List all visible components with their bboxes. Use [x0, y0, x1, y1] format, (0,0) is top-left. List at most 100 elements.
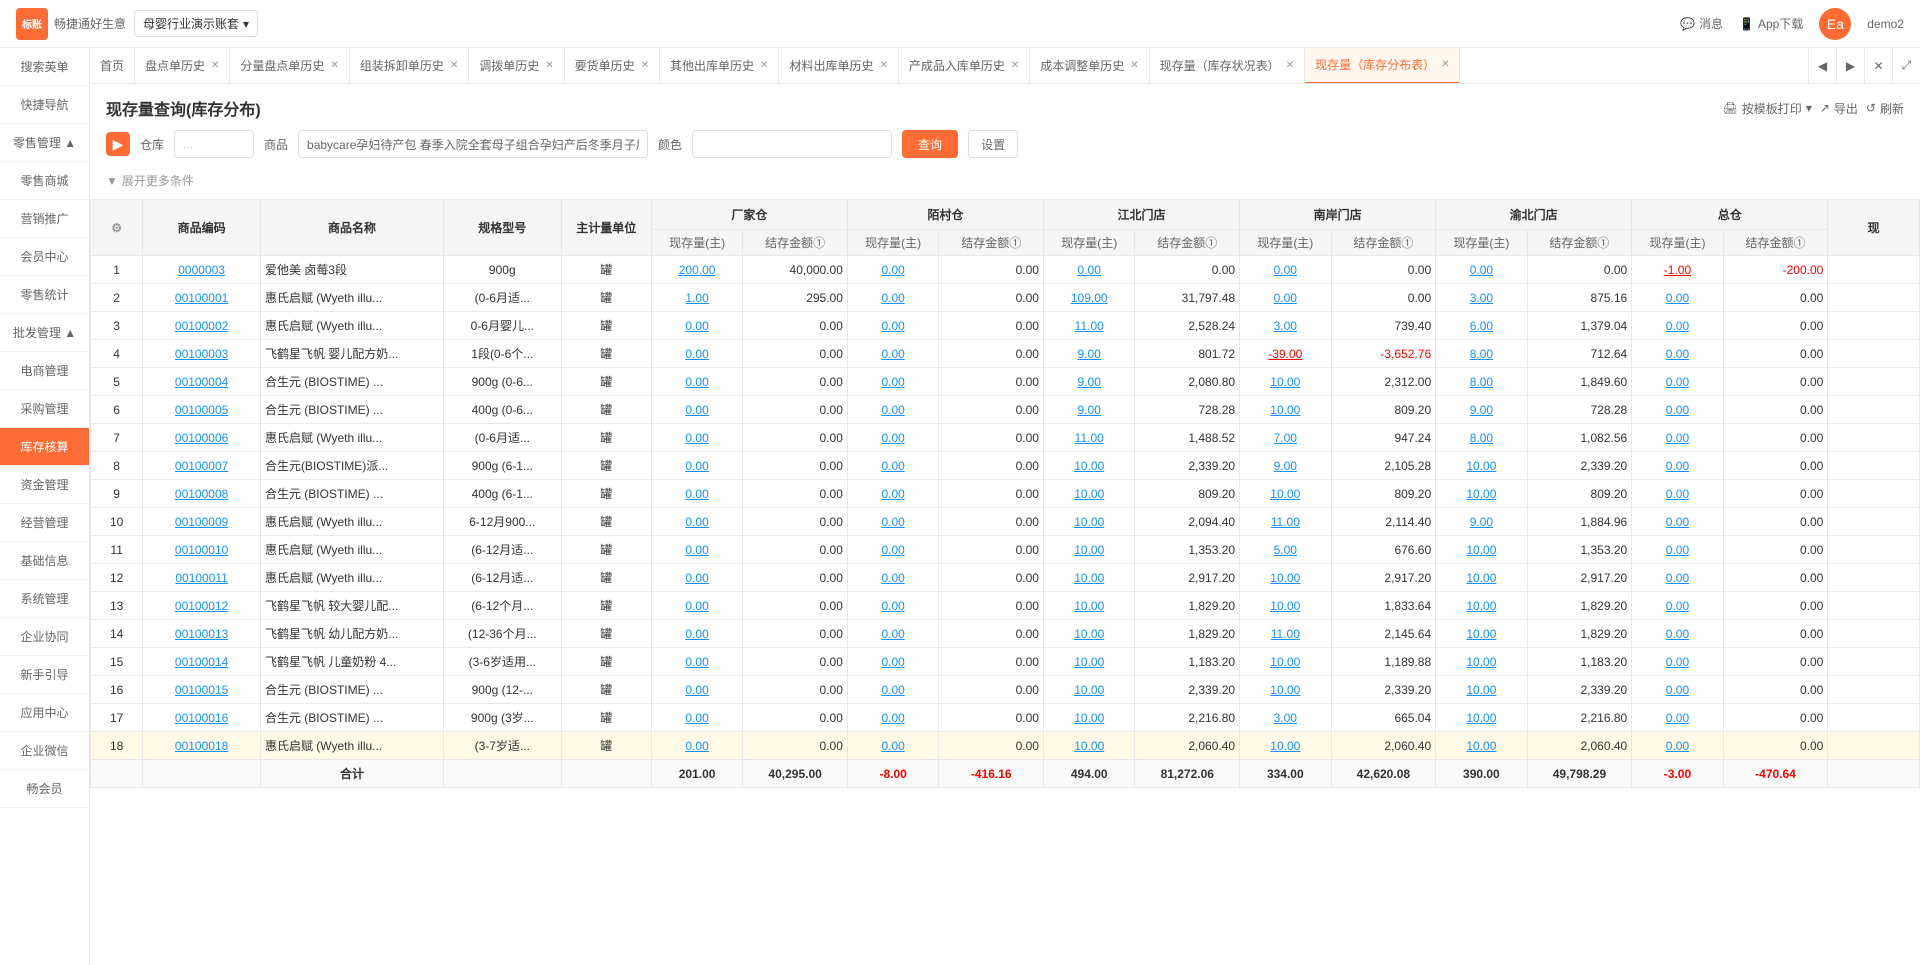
tab-home[interactable]: 首页: [90, 48, 135, 84]
table-row[interactable]: 17 00100016 合生元 (BIOSTIME) ... 900g (3岁.…: [91, 704, 1920, 732]
table-row[interactable]: 6 00100005 合生元 (BIOSTIME) ... 400g (0-6.…: [91, 396, 1920, 424]
sidebar-item-new_guide[interactable]: 新手引导: [0, 656, 89, 694]
row-c3-qty[interactable]: 10.00: [1043, 508, 1135, 536]
row-c5-qty[interactable]: 8.00: [1436, 424, 1528, 452]
sidebar-item-marketing[interactable]: 营销推广: [0, 200, 89, 238]
row-c2-qty[interactable]: 0.00: [847, 284, 939, 312]
tab-close-icon[interactable]: ✕: [1286, 60, 1294, 71]
row-code[interactable]: 00100008: [143, 480, 261, 508]
row-c3-qty[interactable]: 10.00: [1043, 620, 1135, 648]
row-code[interactable]: 00100005: [143, 396, 261, 424]
expand-conditions-btn[interactable]: ▼ 展开更多条件: [106, 172, 194, 189]
row-c2-qty[interactable]: 0.00: [847, 480, 939, 508]
tab-close-icon[interactable]: ✕: [211, 60, 219, 71]
row-c3-qty[interactable]: 10.00: [1043, 452, 1135, 480]
row-c5-qty[interactable]: 10.00: [1436, 648, 1528, 676]
sidebar-item-sys_mgmt[interactable]: 系统管理: [0, 580, 89, 618]
table-row[interactable]: 15 00100014 飞鹤星飞帆 儿童奶粉 4... (3-6岁适用... 罐…: [91, 648, 1920, 676]
app-download-btn[interactable]: 📱 App下载: [1739, 15, 1803, 32]
table-row[interactable]: 10 00100009 惠氏启赋 (Wyeth illu... 6-12月900…: [91, 508, 1920, 536]
row-c5-qty[interactable]: 0.00: [1436, 256, 1528, 284]
print-btn[interactable]: 🖨 按模板打印 ▾: [1723, 100, 1812, 117]
tab-close-icon[interactable]: ✕: [545, 60, 553, 71]
sidebar-item-member2[interactable]: 畅会员: [0, 770, 89, 808]
table-row[interactable]: 7 00100006 惠氏启赋 (Wyeth illu... (0-6月适...…: [91, 424, 1920, 452]
row-c5-qty[interactable]: 10.00: [1436, 732, 1528, 760]
row-c1-qty[interactable]: 0.00: [651, 536, 743, 564]
tab-demand_history[interactable]: 要货单历史✕: [565, 48, 660, 84]
row-c1-qty[interactable]: 1.00: [651, 284, 743, 312]
sidebar-item-retail_mall[interactable]: 零售商城: [0, 162, 89, 200]
row-code[interactable]: 00100009: [143, 508, 261, 536]
row-c5-qty[interactable]: 10.00: [1436, 676, 1528, 704]
row-code[interactable]: 00100016: [143, 704, 261, 732]
row-c3-qty[interactable]: 10.00: [1043, 564, 1135, 592]
row-c5-qty[interactable]: 9.00: [1436, 508, 1528, 536]
row-c3-qty[interactable]: 10.00: [1043, 536, 1135, 564]
expand-filter-btn[interactable]: ▶: [106, 132, 130, 156]
message-btn[interactable]: 💬 消息: [1680, 15, 1723, 32]
tab-close-icon[interactable]: ✕: [1441, 59, 1449, 70]
row-total-qty[interactable]: 0.00: [1632, 508, 1724, 536]
table-row[interactable]: 16 00100015 合生元 (BIOSTIME) ... 900g (12-…: [91, 676, 1920, 704]
row-c4-qty[interactable]: 10.00: [1240, 564, 1332, 592]
sidebar-item-search[interactable]: 搜索英单: [0, 48, 89, 86]
row-c5-qty[interactable]: 10.00: [1436, 452, 1528, 480]
row-c3-qty[interactable]: 10.00: [1043, 732, 1135, 760]
row-code[interactable]: 00100010: [143, 536, 261, 564]
row-c1-qty[interactable]: 0.00: [651, 508, 743, 536]
store-selector[interactable]: 母婴行业演示账套 ▾: [134, 10, 258, 37]
sidebar-item-ecommerce[interactable]: 电商管理: [0, 352, 89, 390]
row-c5-qty[interactable]: 3.00: [1436, 284, 1528, 312]
export-btn[interactable]: ↗ 导出: [1820, 100, 1858, 117]
row-c5-qty[interactable]: 10.00: [1436, 704, 1528, 732]
row-c1-qty[interactable]: 0.00: [651, 480, 743, 508]
row-c4-qty[interactable]: 11.00: [1240, 508, 1332, 536]
row-c3-qty[interactable]: 10.00: [1043, 648, 1135, 676]
row-c4-qty[interactable]: 10.00: [1240, 732, 1332, 760]
row-code[interactable]: 00100007: [143, 452, 261, 480]
sidebar-item-finance[interactable]: 资金管理: [0, 466, 89, 504]
sidebar-item-inventory[interactable]: 库存核算: [0, 428, 89, 466]
tab-sub_count_history[interactable]: 分量盘点单历史✕: [230, 48, 349, 84]
row-c4-qty[interactable]: 10.00: [1240, 368, 1332, 396]
tab-stock_dist[interactable]: 现存量（库存分布表）✕: [1305, 48, 1460, 84]
table-row[interactable]: 8 00100007 合生元(BIOSTIME)派... 900g (6-1..…: [91, 452, 1920, 480]
row-c2-qty[interactable]: 0.00: [847, 396, 939, 424]
tab-close-icon[interactable]: ✕: [1130, 60, 1138, 71]
row-c5-qty[interactable]: 9.00: [1436, 396, 1528, 424]
table-row[interactable]: 5 00100004 合生元 (BIOSTIME) ... 900g (0-6.…: [91, 368, 1920, 396]
row-c2-qty[interactable]: 0.00: [847, 676, 939, 704]
sidebar-item-purchase[interactable]: 采购管理: [0, 390, 89, 428]
row-c2-qty[interactable]: 0.00: [847, 592, 939, 620]
row-c1-qty[interactable]: 0.00: [651, 340, 743, 368]
row-c1-qty[interactable]: 0.00: [651, 648, 743, 676]
table-row[interactable]: 12 00100011 惠氏启赋 (Wyeth illu... (6-12月适.…: [91, 564, 1920, 592]
sidebar-item-shortcut[interactable]: 快捷导航: [0, 86, 89, 124]
row-code[interactable]: 00100006: [143, 424, 261, 452]
row-c4-qty[interactable]: 10.00: [1240, 648, 1332, 676]
row-c2-qty[interactable]: 0.00: [847, 648, 939, 676]
tab-close-btn[interactable]: ✕: [1864, 48, 1892, 84]
row-total-qty[interactable]: 0.00: [1632, 480, 1724, 508]
row-c4-qty[interactable]: 7.00: [1240, 424, 1332, 452]
sidebar-item-enterprise[interactable]: 企业协同: [0, 618, 89, 656]
table-row[interactable]: 18 00100018 惠氏启赋 (Wyeth illu... (3-7岁适..…: [91, 732, 1920, 760]
refresh-btn[interactable]: ↺ 刷新: [1866, 100, 1904, 117]
row-code[interactable]: 00100012: [143, 592, 261, 620]
row-c3-qty[interactable]: 11.00: [1043, 424, 1135, 452]
tab-transfer_history[interactable]: 调拨单历史✕: [469, 48, 564, 84]
row-c1-qty[interactable]: 0.00: [651, 620, 743, 648]
row-c1-qty[interactable]: 0.00: [651, 424, 743, 452]
table-row[interactable]: 11 00100010 惠氏启赋 (Wyeth illu... (6-12月适.…: [91, 536, 1920, 564]
row-c2-qty[interactable]: 0.00: [847, 536, 939, 564]
color-input[interactable]: [692, 130, 892, 158]
row-c1-qty[interactable]: 0.00: [651, 564, 743, 592]
row-c4-qty[interactable]: 3.00: [1240, 704, 1332, 732]
row-code[interactable]: 00100014: [143, 648, 261, 676]
table-row[interactable]: 2 00100001 惠氏启赋 (Wyeth illu... (0-6月适...…: [91, 284, 1920, 312]
tab-close-icon[interactable]: ✕: [760, 60, 768, 71]
row-c5-qty[interactable]: 10.00: [1436, 536, 1528, 564]
row-c5-qty[interactable]: 10.00: [1436, 592, 1528, 620]
row-c2-qty[interactable]: 0.00: [847, 508, 939, 536]
